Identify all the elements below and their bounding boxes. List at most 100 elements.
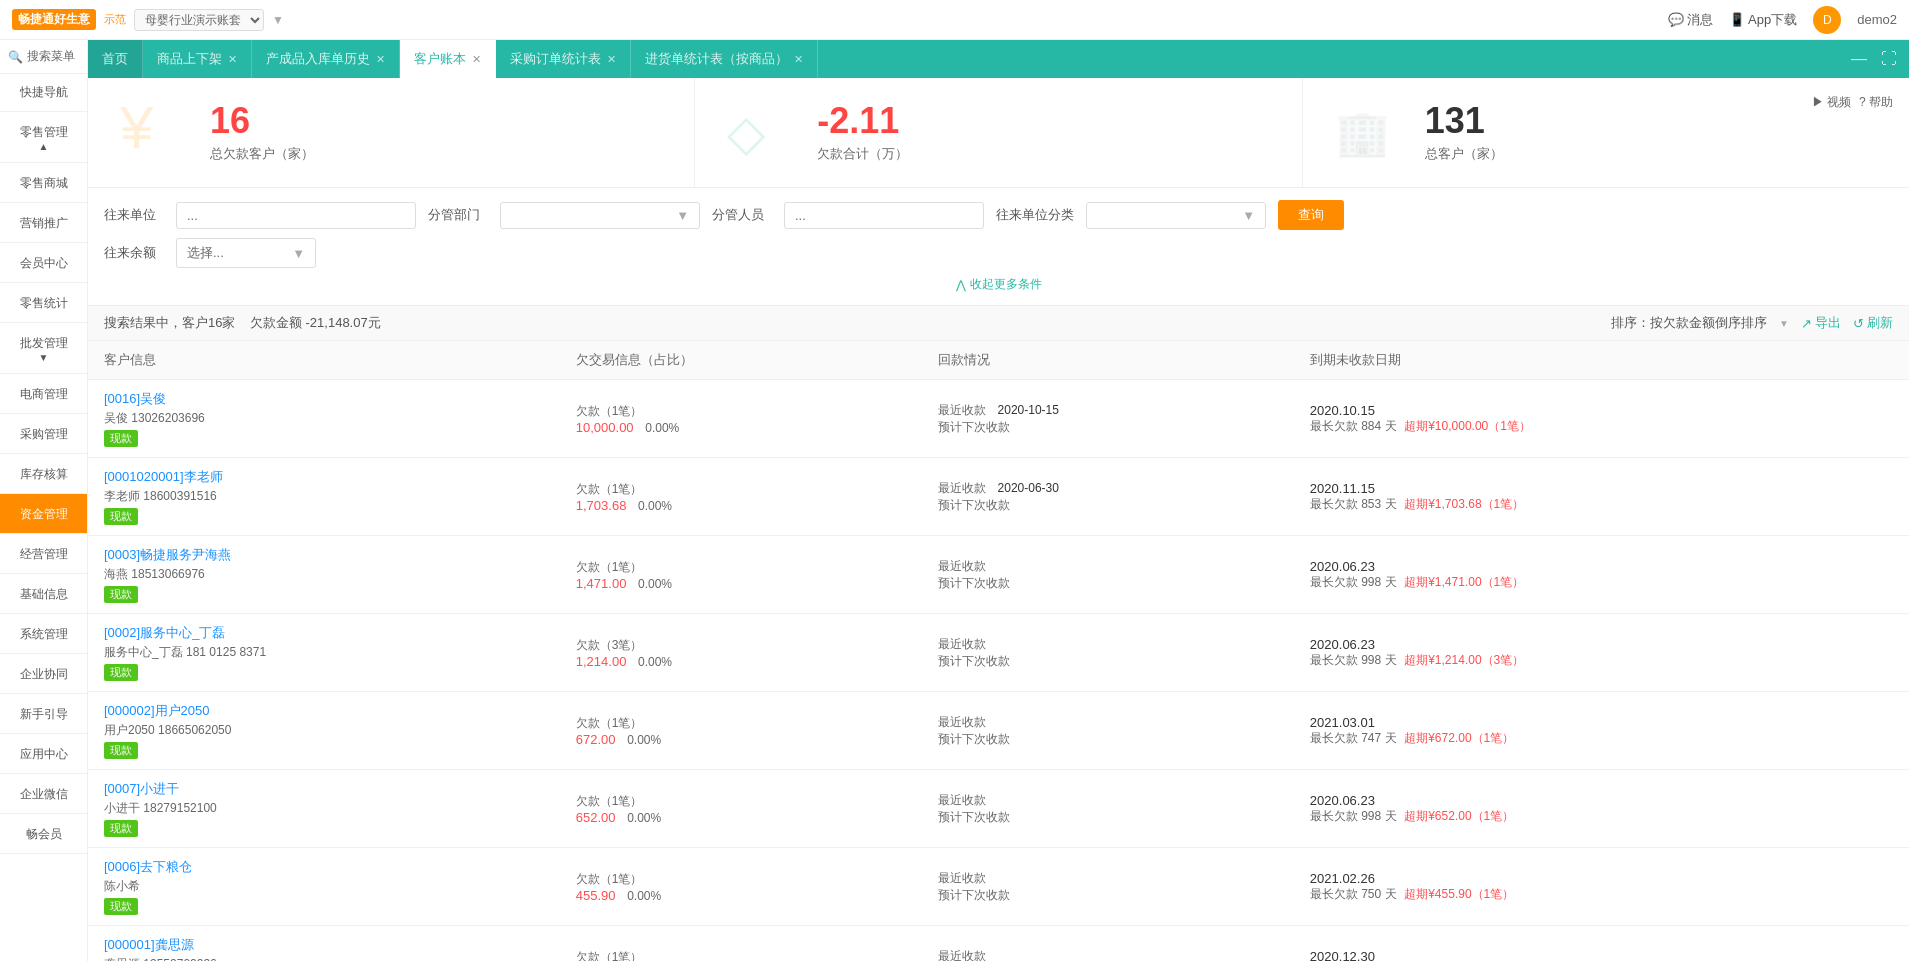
close-tab-3[interactable]: ✕	[472, 53, 481, 66]
stats-bar: ¥ 16 总欠款客户（家） ◇ -2.11	[88, 78, 1909, 188]
tab-product-status[interactable]: 商品上下架 ✕	[143, 40, 252, 78]
debt-amount-0[interactable]: 10,000.00	[576, 420, 634, 435]
source-unit-input[interactable]: ...	[176, 202, 416, 229]
sidebar-item-wholesale[interactable]: 批发管理 ▼	[0, 323, 87, 374]
cell-debt-0: 欠款（1笔） 10,000.00 0.00%	[560, 380, 922, 458]
sidebar-item-inventory[interactable]: 库存核算	[0, 454, 87, 494]
sidebar-item-enterprise[interactable]: 企业协同	[0, 654, 87, 694]
collapse-tabs-btn[interactable]: —	[1847, 48, 1871, 70]
maximize-btn[interactable]: ⛶	[1877, 48, 1901, 70]
dept-select[interactable]: ▼	[500, 202, 700, 229]
debt-amount-2[interactable]: 1,471.00	[576, 576, 627, 591]
export-btn[interactable]: ↗ 导出	[1801, 314, 1841, 332]
balance-select[interactable]: 选择... ▼	[176, 238, 316, 268]
debt-pct-3: 0.00%	[638, 655, 672, 669]
sidebar-item-wechat[interactable]: 企业微信	[0, 774, 87, 814]
customer-tag-3: 现款	[104, 664, 138, 681]
sidebar-item-ecommerce[interactable]: 电商管理	[0, 374, 87, 414]
cell-due-4: 2021.03.01 最长欠款 747 天 超期¥672.00（1笔）	[1294, 692, 1909, 770]
filter-area: 往来单位 ... 分管部门 ▼ 分管人员 ... 往	[88, 188, 1909, 306]
help-btn[interactable]: ? 帮助	[1859, 94, 1893, 111]
customer-link-2[interactable]: [0003]畅捷服务尹海燕	[104, 547, 231, 562]
logo: 畅捷通好生意	[12, 9, 96, 30]
search-menu[interactable]: 🔍 搜索菜单	[0, 40, 87, 74]
sidebar-item-finance[interactable]: 资金管理	[0, 494, 87, 534]
customer-tag-6: 现款	[104, 898, 138, 915]
video-btn[interactable]: ▶ 视频	[1812, 94, 1851, 111]
customer-phone-5: 小进干 18279152100	[104, 800, 544, 817]
debt-amount-3[interactable]: 1,214.00	[576, 654, 627, 669]
table-container: 客户信息 欠交易信息（占比） 回款情况 到期未收款日期 [0016]吴俊 吴俊 …	[88, 341, 1909, 961]
top-bar-left: 畅捷通好生意 示范 母婴行业演示账套 ▼	[12, 9, 284, 31]
customer-tag-5: 现款	[104, 820, 138, 837]
table-row: [0006]去下粮仓 陈小希 现款 欠款（1笔） 455.90 0.00% 最近…	[88, 848, 1909, 926]
cell-debt-5: 欠款（1笔） 652.00 0.00%	[560, 770, 922, 848]
sidebar: 🔍 搜索菜单 快捷导航 零售管理 ▲ 零售商城 营销推广 会员中心 零售统计	[0, 40, 88, 961]
overdue-link-1[interactable]: 超期¥1,703.68（1笔）	[1404, 497, 1524, 511]
customer-link-6[interactable]: [0006]去下粮仓	[104, 859, 192, 874]
sidebar-item-retail-stats[interactable]: 零售统计	[0, 283, 87, 323]
sidebar-item-member[interactable]: 会员中心	[0, 243, 87, 283]
query-button[interactable]: 查询	[1278, 200, 1344, 230]
sidebar-item-guide[interactable]: 新手引导	[0, 694, 87, 734]
debt-amount-5[interactable]: 652.00	[576, 810, 616, 825]
sidebar-item-apps[interactable]: 应用中心	[0, 734, 87, 774]
close-tab-1[interactable]: ✕	[228, 53, 237, 66]
sidebar-item-marketing[interactable]: 营销推广	[0, 203, 87, 243]
stat-number-debt: -2.11	[817, 103, 908, 139]
quick-nav[interactable]: 快捷导航	[0, 74, 87, 112]
customer-phone-0: 吴俊 13026203696	[104, 410, 544, 427]
refresh-icon: ↺	[1853, 316, 1864, 331]
sidebar-item-member2[interactable]: 畅会员	[0, 814, 87, 854]
sidebar-item-system[interactable]: 系统管理	[0, 614, 87, 654]
tab-purchase-stats[interactable]: 采购订单统计表 ✕	[496, 40, 631, 78]
cell-collection-3: 最近收款 预计下次收款	[922, 614, 1294, 692]
overdue-link-3[interactable]: 超期¥1,214.00（3笔）	[1404, 653, 1524, 667]
stat-card-overdue-customers: ¥ 16 总欠款客户（家）	[88, 78, 695, 187]
overdue-link-6[interactable]: 超期¥455.90（1笔）	[1404, 887, 1514, 901]
close-tab-4[interactable]: ✕	[607, 53, 616, 66]
person-input[interactable]: ...	[784, 202, 984, 229]
cell-debt-4: 欠款（1笔） 672.00 0.00%	[560, 692, 922, 770]
col-due-date: 到期未收款日期	[1294, 341, 1909, 380]
customer-phone-1: 李老师 18600391516	[104, 488, 544, 505]
collapse-filter-btn[interactable]: ⋀ 收起更多条件	[104, 276, 1893, 293]
customer-link-7[interactable]: [000001]龚思源	[104, 937, 194, 952]
customer-link-4[interactable]: [000002]用户2050	[104, 703, 210, 718]
results-bar-right: 排序：按欠款金额倒序排序 ▼ ↗ 导出 ↺ 刷新	[1611, 314, 1893, 332]
close-tab-2[interactable]: ✕	[376, 53, 385, 66]
refresh-btn[interactable]: ↺ 刷新	[1853, 314, 1893, 332]
customer-link-0[interactable]: [0016]吴俊	[104, 391, 166, 406]
tab-inbound-stats[interactable]: 进货单统计表（按商品） ✕	[631, 40, 818, 78]
sidebar-item-retail-mall[interactable]: 零售商城	[0, 163, 87, 203]
customer-link-5[interactable]: [0007]小进干	[104, 781, 179, 796]
sidebar-item-retail-mgmt[interactable]: 零售管理 ▲	[0, 112, 87, 163]
overdue-link-4[interactable]: 超期¥672.00（1笔）	[1404, 731, 1514, 745]
table-row: [000001]龚思源 龚思源 13552700226 现款 欠款（1笔） 42…	[88, 926, 1909, 962]
cell-due-2: 2020.06.23 最长欠款 998 天 超期¥1,471.00（1笔）	[1294, 536, 1909, 614]
close-tab-5[interactable]: ✕	[794, 53, 803, 66]
customer-link-1[interactable]: [0001020001]李老师	[104, 469, 223, 484]
customer-link-3[interactable]: [0002]服务中心_丁磊	[104, 625, 225, 640]
overdue-link-5[interactable]: 超期¥652.00（1笔）	[1404, 809, 1514, 823]
results-bar: 搜索结果中，客户16家 欠款金额 -21,148.07元 排序：按欠款金额倒序排…	[88, 306, 1909, 341]
overdue-link-0[interactable]: 超期¥10,000.00（1笔）	[1404, 419, 1531, 433]
overdue-link-2[interactable]: 超期¥1,471.00（1笔）	[1404, 575, 1524, 589]
debt-amount-1[interactable]: 1,703.68	[576, 498, 627, 513]
customer-phone-2: 海燕 18513066976	[104, 566, 544, 583]
tab-customer-ledger[interactable]: 客户账本 ✕	[400, 40, 496, 78]
company-selector[interactable]: 母婴行业演示账套	[134, 9, 264, 31]
download-btn[interactable]: 📱 App下载	[1729, 11, 1797, 29]
debt-amount-6[interactable]: 455.90	[576, 888, 616, 903]
tab-bar-end: — ⛶	[1839, 48, 1909, 70]
sort-label: 排序：按欠款金额倒序排序	[1611, 314, 1767, 332]
tab-inbound-history[interactable]: 产成品入库单历史 ✕	[252, 40, 400, 78]
sidebar-item-purchase[interactable]: 采购管理	[0, 414, 87, 454]
sidebar-item-operations[interactable]: 经营管理	[0, 534, 87, 574]
tab-home[interactable]: 首页	[88, 40, 143, 78]
unit-class-select[interactable]: ▼	[1086, 202, 1266, 229]
sidebar-item-basic-info[interactable]: 基础信息	[0, 574, 87, 614]
avatar[interactable]: D	[1813, 6, 1841, 34]
message-btn[interactable]: 💬 消息	[1668, 11, 1714, 29]
debt-amount-4[interactable]: 672.00	[576, 732, 616, 747]
